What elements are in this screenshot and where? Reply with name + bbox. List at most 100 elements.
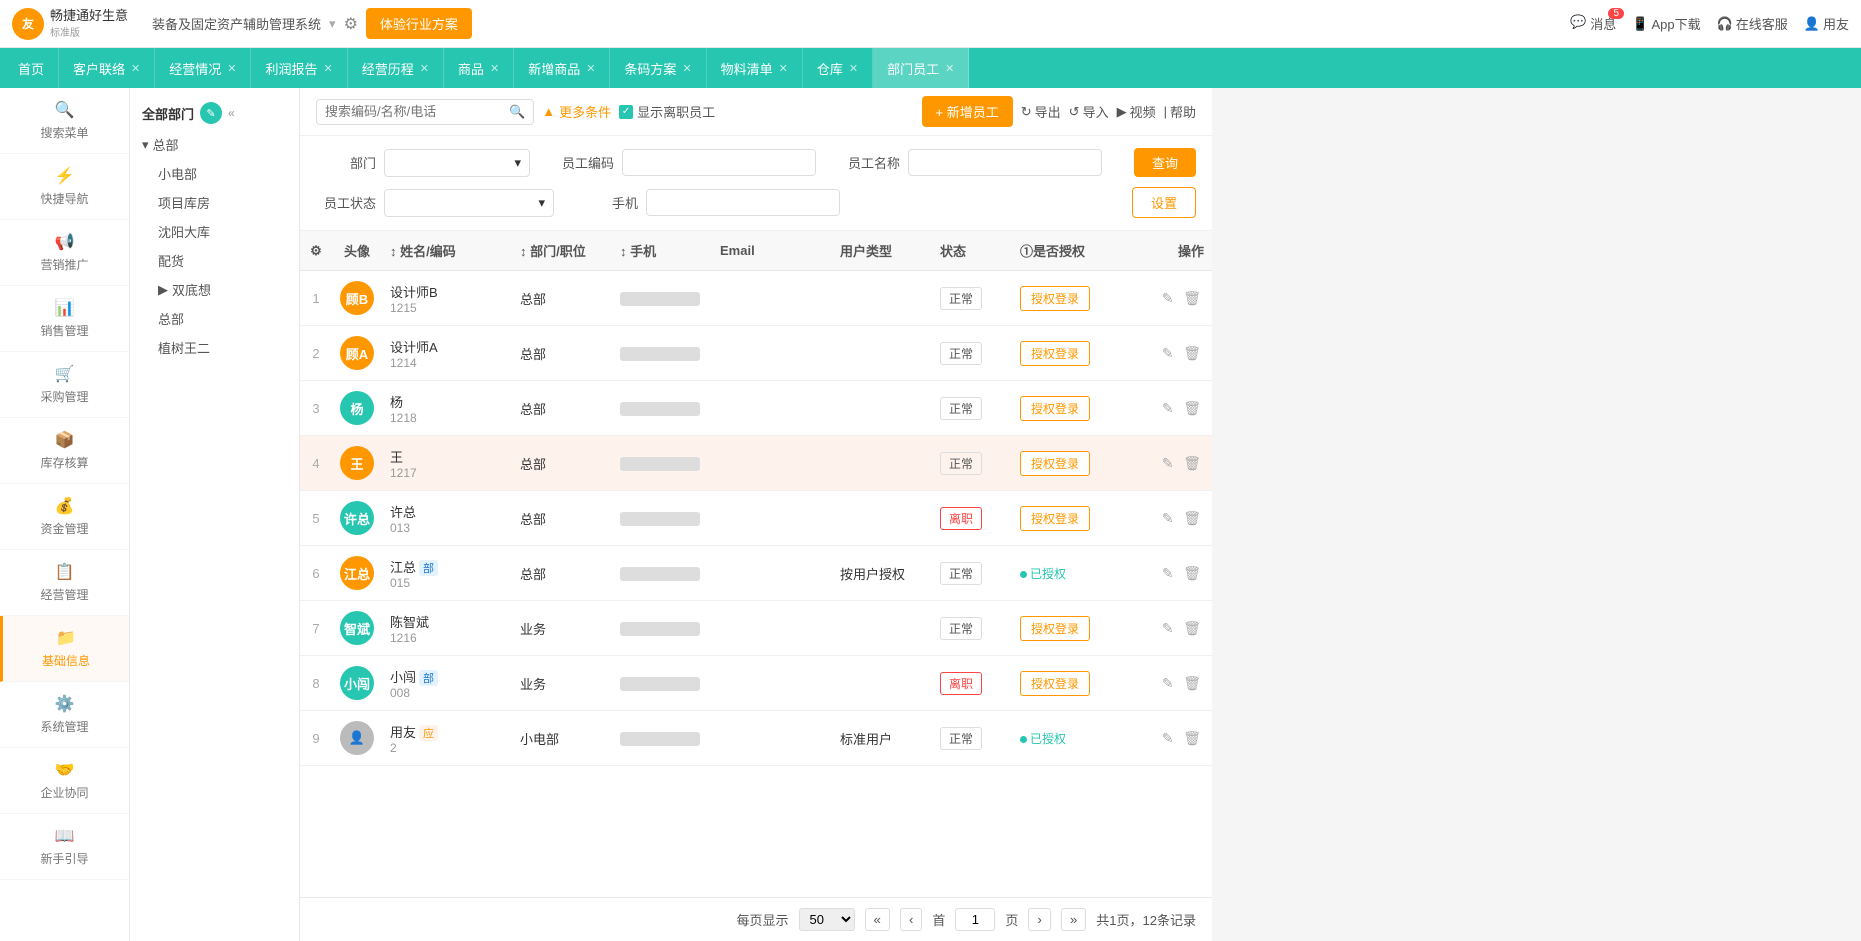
edit-btn[interactable]: ✎: [1162, 510, 1174, 526]
tab-goods-close[interactable]: ✕: [490, 62, 499, 75]
auth-login-btn[interactable]: 授权登录: [1020, 671, 1090, 696]
edit-btn[interactable]: ✎: [1162, 290, 1174, 306]
reset-button[interactable]: 设置: [1132, 187, 1196, 218]
dept-collapse-btn[interactable]: «: [228, 106, 235, 120]
sidebar-item-shortcut[interactable]: ⚡ 快捷导航: [0, 154, 129, 220]
import-btn[interactable]: ↺ 导入: [1069, 102, 1109, 121]
sidebar-item-management[interactable]: 📋 经营管理: [0, 550, 129, 616]
sidebar-item-basic[interactable]: 📁 基础信息: [0, 616, 129, 682]
th-dept[interactable]: ↕ 部门/职位: [512, 231, 612, 271]
filter-phone-input[interactable]: [646, 189, 840, 216]
sidebar-item-guide[interactable]: 📖 新手引导: [0, 814, 129, 880]
last-page-btn[interactable]: »: [1061, 908, 1086, 931]
sidebar-item-purchase[interactable]: 🛒 采购管理: [0, 352, 129, 418]
tab-history[interactable]: 经营历程✕: [348, 48, 444, 88]
delete-btn[interactable]: 🗑: [1183, 730, 1201, 746]
sidebar-item-marketing[interactable]: 📢 营销推广: [0, 220, 129, 286]
filter-status-select[interactable]: ▾: [384, 189, 554, 217]
dept-item-shenyang[interactable]: 沈阳大库: [130, 217, 299, 246]
show-resigned-toggle[interactable]: ✓ 显示离职员工: [619, 102, 715, 121]
tab-employees[interactable]: 部门员工✕: [873, 48, 969, 88]
tab-warehouse[interactable]: 仓库✕: [803, 48, 873, 88]
settings-icon[interactable]: ⚙: [344, 14, 358, 34]
page-number-input[interactable]: [955, 908, 995, 931]
help-btn[interactable]: | 帮助: [1164, 102, 1196, 121]
tab-employees-close[interactable]: ✕: [945, 62, 954, 75]
view-btn[interactable]: ▶ 视频: [1117, 102, 1156, 121]
filter-dept-select[interactable]: ▾: [384, 149, 530, 177]
dept-item-xiangmu[interactable]: 项目库房: [130, 188, 299, 217]
sidebar-item-finance[interactable]: 💰 资金管理: [0, 484, 129, 550]
tab-customer-close[interactable]: ✕: [131, 62, 140, 75]
edit-btn[interactable]: ✎: [1162, 565, 1174, 581]
dept-item-peihuo[interactable]: 配货: [130, 246, 299, 275]
query-button[interactable]: 查询: [1134, 148, 1196, 177]
delete-btn[interactable]: 🗑: [1183, 400, 1201, 416]
dept-item-zongbu2[interactable]: 总部: [130, 304, 299, 333]
filter-name-input[interactable]: [908, 149, 1102, 176]
auth-login-btn[interactable]: 授权登录: [1020, 341, 1090, 366]
tab-bom[interactable]: 物料清单✕: [707, 48, 803, 88]
delete-btn[interactable]: 🗑: [1183, 345, 1201, 361]
edit-btn[interactable]: ✎: [1162, 620, 1174, 636]
dropdown-icon[interactable]: ▾: [329, 16, 336, 32]
tab-bom-close[interactable]: ✕: [779, 62, 788, 75]
auth-login-btn[interactable]: 授权登录: [1020, 616, 1090, 641]
add-employee-button[interactable]: + 新增员工: [922, 96, 1013, 127]
delete-btn[interactable]: 🗑: [1183, 565, 1201, 581]
delete-btn[interactable]: 🗑: [1183, 290, 1201, 306]
delete-btn[interactable]: 🗑: [1183, 675, 1201, 691]
tab-addgoods[interactable]: 新增商品✕: [514, 48, 610, 88]
more-filter-btn[interactable]: ▲ 更多条件: [542, 102, 611, 121]
th-setting[interactable]: ⚙: [300, 231, 332, 271]
dept-item-zhishu[interactable]: 植树王二: [130, 333, 299, 362]
tab-goods[interactable]: 商品✕: [444, 48, 514, 88]
edit-btn[interactable]: ✎: [1162, 400, 1174, 416]
trial-button[interactable]: 体验行业方案: [366, 8, 472, 39]
th-name[interactable]: ↕ 姓名/编码: [382, 231, 512, 271]
auth-login-btn[interactable]: 授权登录: [1020, 396, 1090, 421]
sidebar-item-system[interactable]: ⚙️ 系统管理: [0, 682, 129, 748]
app-download-btn[interactable]: 📱 App下载: [1632, 14, 1700, 33]
edit-btn[interactable]: ✎: [1162, 345, 1174, 361]
tab-operation-close[interactable]: ✕: [227, 62, 236, 75]
first-page-btn[interactable]: «: [865, 908, 890, 931]
th-phone[interactable]: ↕ 手机: [612, 231, 712, 271]
tab-profit-close[interactable]: ✕: [324, 62, 333, 75]
tab-customer[interactable]: 客户联络✕: [59, 48, 155, 88]
tab-warehouse-close[interactable]: ✕: [849, 62, 858, 75]
delete-btn[interactable]: 🗑: [1183, 620, 1201, 636]
next-page-btn[interactable]: ›: [1028, 908, 1050, 931]
tab-addgoods-close[interactable]: ✕: [586, 62, 595, 75]
delete-btn[interactable]: 🗑: [1183, 510, 1201, 526]
edit-btn[interactable]: ✎: [1162, 455, 1174, 471]
dept-edit-icon[interactable]: ✎: [200, 102, 222, 124]
sidebar-item-collab[interactable]: 🤝 企业协同: [0, 748, 129, 814]
auth-login-btn[interactable]: 授权登录: [1020, 286, 1090, 311]
user-area[interactable]: 👤 用友: [1804, 14, 1849, 33]
tab-home[interactable]: 首页: [4, 48, 59, 88]
online-service-btn[interactable]: 🎧 在线客服: [1717, 14, 1788, 33]
export-btn[interactable]: ↻ 导出: [1021, 102, 1061, 121]
search-input[interactable]: [325, 104, 505, 119]
sidebar-item-search[interactable]: 🔍 搜索菜单: [0, 88, 129, 154]
tab-operation[interactable]: 经营情况✕: [155, 48, 251, 88]
per-page-select[interactable]: 50 100 200: [799, 908, 855, 931]
sidebar-item-sales[interactable]: 📊 销售管理: [0, 286, 129, 352]
tab-history-close[interactable]: ✕: [420, 62, 429, 75]
dept-item-shuangdi[interactable]: ▶ 双底想: [130, 275, 299, 304]
auth-login-btn[interactable]: 授权登录: [1020, 506, 1090, 531]
prev-page-btn[interactable]: ‹: [900, 908, 922, 931]
tab-profit[interactable]: 利润报告✕: [251, 48, 347, 88]
tab-barcode-close[interactable]: ✕: [682, 62, 691, 75]
delete-btn[interactable]: 🗑: [1183, 455, 1201, 471]
tab-barcode[interactable]: 条码方案✕: [610, 48, 706, 88]
message-btn[interactable]: 💬 5 消息: [1570, 14, 1616, 33]
dept-item-xiaodian[interactable]: 小电部: [130, 159, 299, 188]
edit-btn[interactable]: ✎: [1162, 675, 1174, 691]
dept-item-zongbu-group[interactable]: ▾ 总部: [130, 130, 299, 159]
edit-btn[interactable]: ✎: [1162, 730, 1174, 746]
filter-code-input[interactable]: [622, 149, 816, 176]
auth-login-btn[interactable]: 授权登录: [1020, 451, 1090, 476]
sidebar-item-inventory[interactable]: 📦 库存核算: [0, 418, 129, 484]
